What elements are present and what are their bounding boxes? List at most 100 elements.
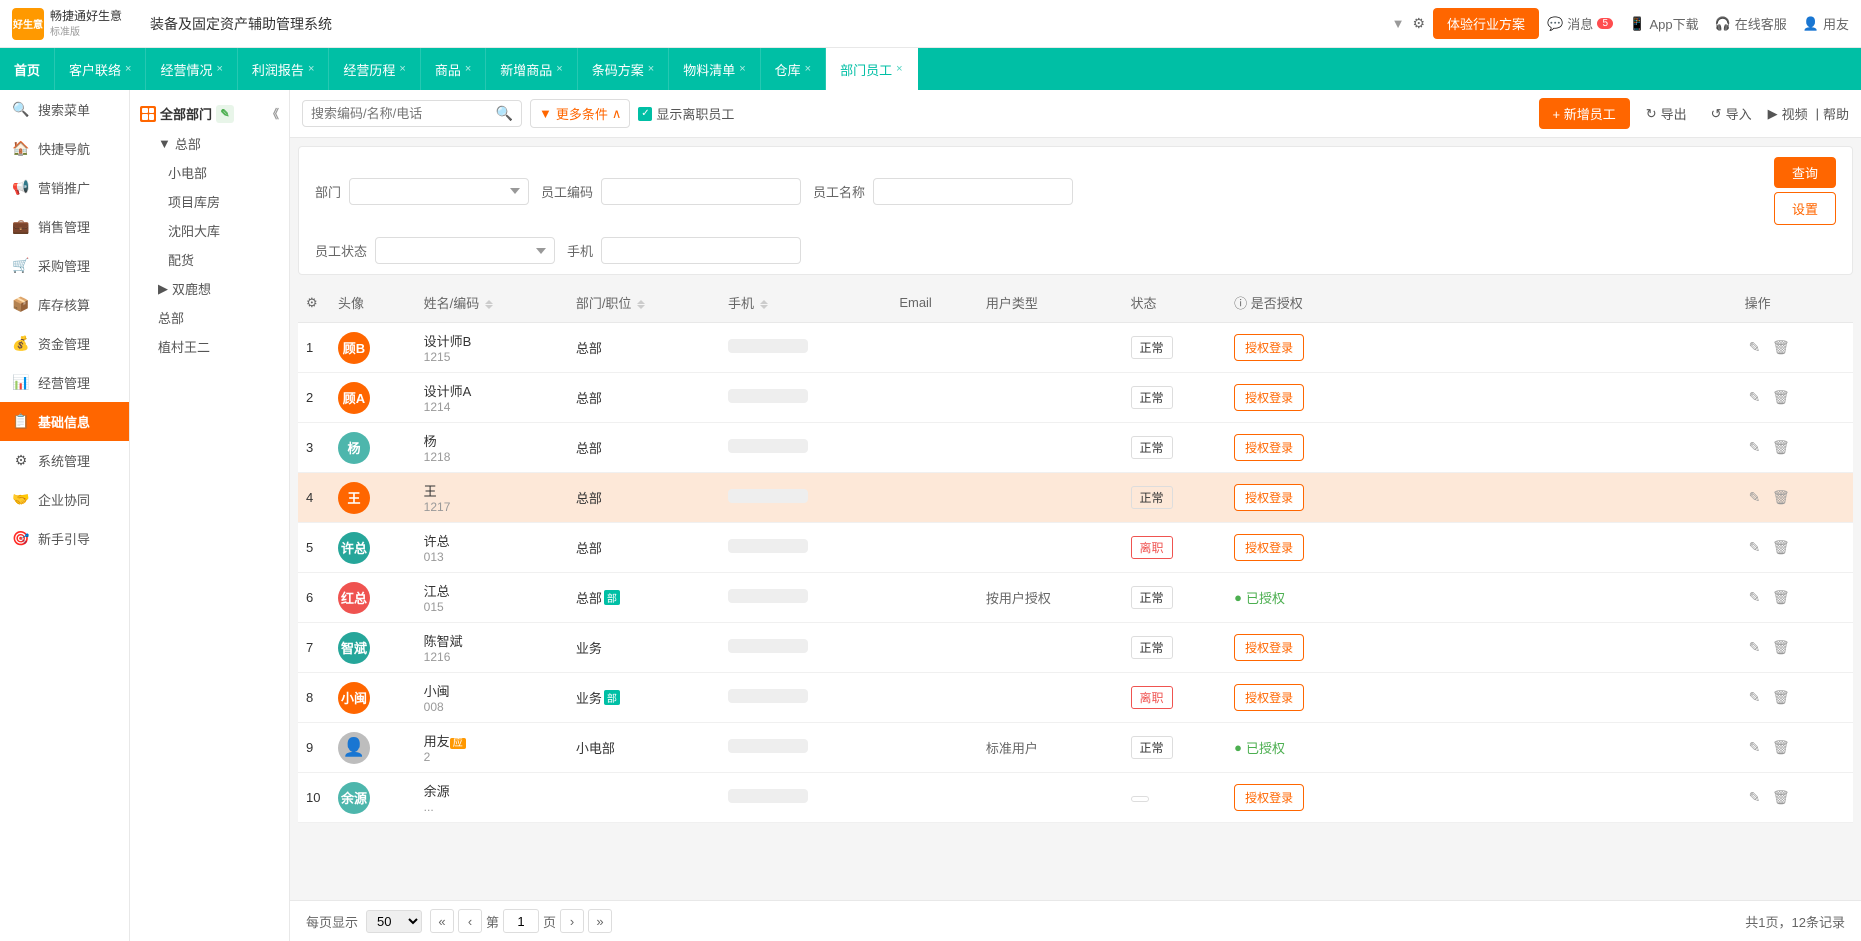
filter-empcode-input[interactable] xyxy=(601,178,801,205)
user-action[interactable]: 👤 用友 xyxy=(1803,14,1849,33)
edit-btn[interactable]: ✎ xyxy=(1745,487,1765,508)
sidebar-item-inventory[interactable]: 📦 库存核算 xyxy=(0,285,129,324)
sidebar-search[interactable]: 🔍 搜索菜单 xyxy=(0,90,129,129)
edit-btn[interactable]: ✎ xyxy=(1745,387,1765,408)
app-download-action[interactable]: 📱 App下载 xyxy=(1629,14,1698,33)
set-btn[interactable]: 设置 xyxy=(1774,192,1836,225)
sidebar-item-guide[interactable]: 🎯 新手引导 xyxy=(0,519,129,558)
delete-btn[interactable]: 🗑 xyxy=(1768,387,1794,408)
view-btn[interactable]: ▶ 视频 xyxy=(1768,104,1808,123)
edit-btn[interactable]: ✎ xyxy=(1745,437,1765,458)
dept-node-zongbu[interactable]: 总部 xyxy=(130,303,289,332)
search-icon[interactable]: 🔍 xyxy=(496,105,513,122)
delete-btn[interactable]: 🗑 xyxy=(1768,787,1794,808)
tab-goods[interactable]: 商品× xyxy=(421,48,486,90)
query-btn[interactable]: 查询 xyxy=(1774,157,1836,188)
delete-btn[interactable]: 🗑 xyxy=(1768,687,1794,708)
edit-btn[interactable]: ✎ xyxy=(1745,687,1765,708)
sidebar-item-basic-info[interactable]: 📋 基础信息 xyxy=(0,402,129,441)
more-filter-btn[interactable]: ▼ 更多条件 ∧ xyxy=(530,99,630,128)
close-icon[interactable]: × xyxy=(216,63,222,75)
dept-node-zhicun[interactable]: 植村王二 xyxy=(130,332,289,361)
edit-btn[interactable]: ✎ xyxy=(1745,537,1765,558)
sidebar-item-operations[interactable]: 📊 经营管理 xyxy=(0,363,129,402)
dept-node-zongbu-root[interactable]: ▼ 总部 xyxy=(130,129,289,158)
message-action[interactable]: 💬 消息 5 xyxy=(1547,14,1613,33)
close-icon[interactable]: × xyxy=(125,63,131,75)
import-btn[interactable]: ↺ 导入 xyxy=(1703,100,1760,127)
auth-btn[interactable]: 授权登录 xyxy=(1234,534,1304,561)
dept-node-xiaodian[interactable]: 小电部 xyxy=(130,158,289,187)
tab-barcode[interactable]: 条码方案× xyxy=(578,48,669,90)
auth-btn[interactable]: 授权登录 xyxy=(1234,384,1304,411)
delete-btn[interactable]: 🗑 xyxy=(1768,637,1794,658)
delete-btn[interactable]: 🗑 xyxy=(1768,537,1794,558)
dept-edit-icon[interactable]: ✎ xyxy=(216,105,234,123)
edit-btn[interactable]: ✎ xyxy=(1745,737,1765,758)
edit-btn[interactable]: ✎ xyxy=(1745,587,1765,608)
col-name-code[interactable]: 姓名/编码 xyxy=(416,283,568,323)
filter-phone-input[interactable] xyxy=(601,237,801,264)
delete-btn[interactable]: 🗑 xyxy=(1768,587,1794,608)
sidebar-item-sales[interactable]: 💼 销售管理 xyxy=(0,207,129,246)
close-icon[interactable]: × xyxy=(399,63,405,75)
dropdown-arrow-icon[interactable]: ▼ xyxy=(1392,16,1405,31)
tab-bom[interactable]: 物料清单× xyxy=(669,48,760,90)
auth-btn[interactable]: 授权登录 xyxy=(1234,784,1304,811)
close-icon[interactable]: × xyxy=(896,63,902,75)
tab-home[interactable]: 首页 xyxy=(0,48,55,90)
online-service-action[interactable]: 🎧 在线客服 xyxy=(1715,14,1787,33)
dept-node-shenyang[interactable]: 沈阳大库 xyxy=(130,216,289,245)
next-page-btn[interactable]: › xyxy=(560,909,584,933)
close-icon[interactable]: × xyxy=(556,63,562,75)
per-page-select[interactable]: 50 100 xyxy=(366,910,422,933)
sidebar-item-collab[interactable]: 🤝 企业协同 xyxy=(0,480,129,519)
auth-btn[interactable]: 授权登录 xyxy=(1234,334,1304,361)
filter-empname-input[interactable] xyxy=(873,178,1073,205)
tab-customers[interactable]: 客户联络× xyxy=(55,48,146,90)
delete-btn[interactable]: 🗑 xyxy=(1768,737,1794,758)
export-btn[interactable]: ↻ 导出 xyxy=(1638,100,1695,127)
trial-btn[interactable]: 体验行业方案 xyxy=(1433,8,1539,39)
dept-collapse-icon[interactable]: 《 xyxy=(267,105,279,122)
sidebar-item-quicknav[interactable]: 🏠 快捷导航 xyxy=(0,129,129,168)
sidebar-item-system[interactable]: ⚙ 系统管理 xyxy=(0,441,129,480)
tab-operations[interactable]: 经营情况× xyxy=(146,48,237,90)
dept-node-shuanglu[interactable]: ▶ 双鹿想 xyxy=(130,274,289,303)
dept-node-peihuo[interactable]: 配货 xyxy=(130,245,289,274)
col-phone[interactable]: 手机 xyxy=(720,283,891,323)
edit-btn[interactable]: ✎ xyxy=(1745,637,1765,658)
auth-btn[interactable]: 授权登录 xyxy=(1234,684,1304,711)
auth-btn[interactable]: 授权登录 xyxy=(1234,434,1304,461)
sidebar-item-marketing[interactable]: 📢 营销推广 xyxy=(0,168,129,207)
tab-dept-staff[interactable]: 部门员工× xyxy=(826,48,917,90)
tab-profit[interactable]: 利润报告× xyxy=(238,48,329,90)
last-page-btn[interactable]: » xyxy=(588,909,612,933)
close-icon[interactable]: × xyxy=(308,63,314,75)
sidebar-item-purchase[interactable]: 🛒 采购管理 xyxy=(0,246,129,285)
filter-dept-select[interactable] xyxy=(349,178,529,205)
close-icon[interactable]: × xyxy=(739,63,745,75)
filter-status-select[interactable] xyxy=(375,237,555,264)
auth-btn[interactable]: 授权登录 xyxy=(1234,484,1304,511)
close-icon[interactable]: × xyxy=(805,63,811,75)
delete-btn[interactable]: 🗑 xyxy=(1768,487,1794,508)
prev-page-btn[interactable]: ‹ xyxy=(458,909,482,933)
add-employee-btn[interactable]: + 新增员工 xyxy=(1539,98,1630,129)
first-page-btn[interactable]: « xyxy=(430,909,454,933)
auth-btn[interactable]: 授权登录 xyxy=(1234,634,1304,661)
edit-btn[interactable]: ✎ xyxy=(1745,787,1765,808)
edit-btn[interactable]: ✎ xyxy=(1745,337,1765,358)
dept-node-project[interactable]: 项目库房 xyxy=(130,187,289,216)
col-dept-pos[interactable]: 部门/职位 xyxy=(568,283,720,323)
help-btn[interactable]: | 帮助 xyxy=(1816,104,1849,123)
delete-btn[interactable]: 🗑 xyxy=(1768,337,1794,358)
page-number-input[interactable] xyxy=(503,909,539,933)
close-icon[interactable]: × xyxy=(648,63,654,75)
close-icon[interactable]: × xyxy=(465,63,471,75)
tab-history[interactable]: 经营历程× xyxy=(329,48,420,90)
search-input[interactable] xyxy=(311,106,490,121)
delete-btn[interactable]: 🗑 xyxy=(1768,437,1794,458)
sidebar-item-finance[interactable]: 💰 资金管理 xyxy=(0,324,129,363)
show-resigned-toggle[interactable]: ✓ 显示离职员工 xyxy=(638,104,734,123)
